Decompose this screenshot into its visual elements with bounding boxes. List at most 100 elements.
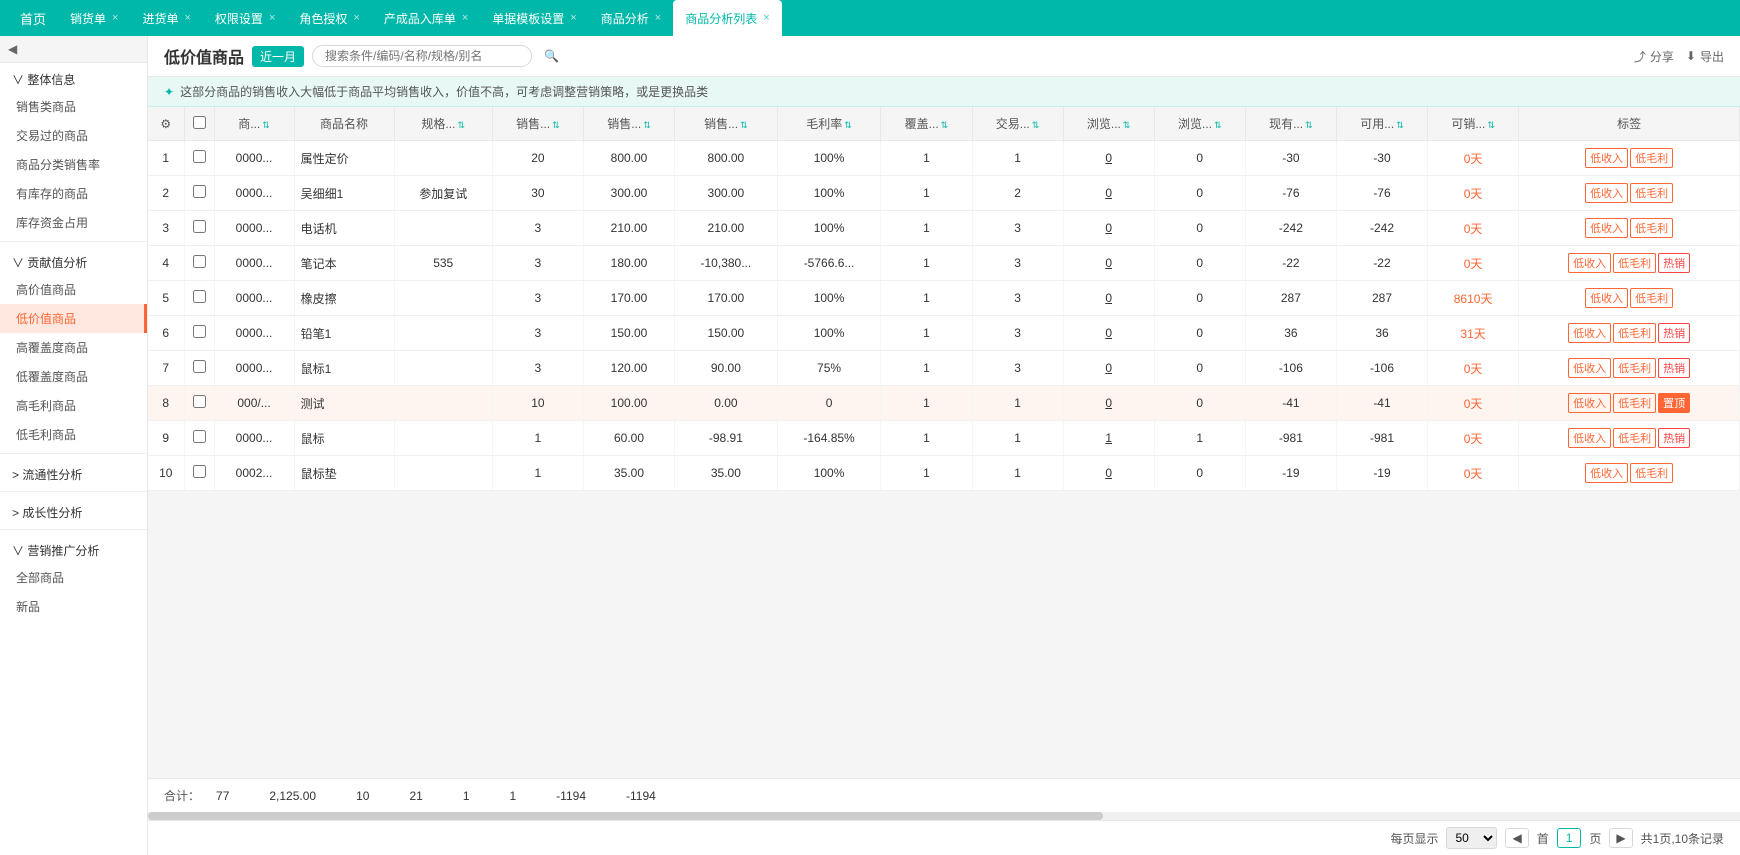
- row-browse-count1[interactable]: 0: [1063, 211, 1154, 246]
- row-browse-count1[interactable]: 0: [1063, 386, 1154, 421]
- sidebar-item-stocked-products[interactable]: 有库存的商品: [0, 179, 147, 208]
- nav-product-inbound[interactable]: 产成品入库单 ×: [372, 0, 480, 36]
- row-checkbox-cell[interactable]: [184, 421, 214, 456]
- sidebar-item-high-value[interactable]: 高价值商品: [0, 275, 147, 304]
- row-browse-count2: 0: [1154, 246, 1245, 281]
- sidebar-item-traded-products[interactable]: 交易过的商品: [0, 121, 147, 150]
- time-badge[interactable]: 近一月: [252, 46, 304, 67]
- row-checkbox[interactable]: [193, 290, 206, 303]
- close-template-tab[interactable]: ×: [570, 12, 576, 24]
- select-all-checkbox[interactable]: [193, 116, 206, 129]
- row-browse-count1[interactable]: 0: [1063, 141, 1154, 176]
- close-permissions-tab[interactable]: ×: [269, 12, 275, 24]
- nav-template-settings[interactable]: 单据模板设置 ×: [480, 0, 588, 36]
- nav-sales[interactable]: 销货单 ×: [58, 0, 130, 36]
- row-sale-days: 0天: [1428, 246, 1519, 281]
- col-checkbox[interactable]: [184, 107, 214, 141]
- close-sales-tab[interactable]: ×: [112, 12, 118, 24]
- export-button[interactable]: ⬇ 导出: [1686, 48, 1724, 65]
- row-name: 电话机: [294, 211, 394, 246]
- row-gross-rate: 100%: [777, 316, 881, 351]
- sidebar-item-low-coverage[interactable]: 低覆盖度商品: [0, 362, 147, 391]
- row-checkbox-cell[interactable]: [184, 351, 214, 386]
- close-roles-tab[interactable]: ×: [353, 12, 359, 24]
- row-browse-count1[interactable]: 0: [1063, 351, 1154, 386]
- row-checkbox-cell[interactable]: [184, 316, 214, 351]
- sidebar-group-growth[interactable]: > 成长性分析: [0, 496, 147, 525]
- sidebar-item-low-value[interactable]: 低价值商品: [0, 304, 147, 333]
- notice-text: 这部分商品的销售收入大幅低于商品平均销售收入，价值不高，可考虑调整营销策略，或是…: [180, 83, 708, 100]
- row-checkbox[interactable]: [193, 430, 206, 443]
- next-page-btn[interactable]: ▶: [1609, 828, 1632, 848]
- sidebar-item-low-margin[interactable]: 低毛利商品: [0, 420, 147, 449]
- row-checkbox[interactable]: [193, 325, 206, 338]
- row-browse-count1[interactable]: 0: [1063, 176, 1154, 211]
- row-checkbox[interactable]: [193, 395, 206, 408]
- row-checkbox[interactable]: [193, 255, 206, 268]
- row-checkbox[interactable]: [193, 220, 206, 233]
- nav-permissions[interactable]: 权限设置 ×: [203, 0, 287, 36]
- row-checkbox[interactable]: [193, 185, 206, 198]
- nav-product-analysis[interactable]: 商品分析 ×: [589, 0, 673, 36]
- row-checkbox-cell[interactable]: [184, 246, 214, 281]
- share-button[interactable]: ⤴ 分享: [1634, 48, 1674, 65]
- tag-低收入: 低收入: [1585, 148, 1628, 168]
- row-browse-count1[interactable]: 0: [1063, 316, 1154, 351]
- sidebar-group-flow[interactable]: > 流通性分析: [0, 458, 147, 487]
- row-gross-rate: 100%: [777, 141, 881, 176]
- table-scrollbar[interactable]: [148, 812, 1740, 820]
- close-analysis-tab[interactable]: ×: [655, 12, 661, 24]
- sidebar-item-stock-capital[interactable]: 库存资金占用: [0, 208, 147, 237]
- sidebar-item-new-products[interactable]: 新品: [0, 592, 147, 621]
- row-checkbox[interactable]: [193, 150, 206, 163]
- sidebar-item-sales-products[interactable]: 销售类商品: [0, 92, 147, 121]
- row-code: 0000...: [214, 176, 294, 211]
- nav-product-analysis-list[interactable]: 商品分析列表 ×: [673, 0, 781, 36]
- search-input[interactable]: [312, 45, 532, 67]
- row-sale-amt1: 180.00: [583, 246, 674, 281]
- table-wrapper[interactable]: ⚙ 商...⇅ 商品名称 规格...⇅ 销售...⇅ 销售...⇅ 销售...⇅…: [148, 107, 1740, 778]
- per-page-select[interactable]: 50 100: [1446, 827, 1497, 849]
- main-content: 低价值商品 近一月 🔍 ⤴ 分享 ⬇ 导出 ✦ 这部分商品的销售收入大幅低于商品…: [148, 36, 1740, 855]
- search-icon[interactable]: 🔍: [544, 49, 559, 63]
- row-index: 5: [148, 281, 184, 316]
- row-checkbox-cell[interactable]: [184, 281, 214, 316]
- tag-低收入: 低收入: [1568, 358, 1611, 378]
- row-trade-count: 3: [972, 316, 1063, 351]
- row-current-stock: 36: [1245, 316, 1336, 351]
- row-name: 测试: [294, 386, 394, 421]
- sidebar-item-high-coverage[interactable]: 高覆盖度商品: [0, 333, 147, 362]
- notice-bar: ✦ 这部分商品的销售收入大幅低于商品平均销售收入，价值不高，可考虑调整营销策略，…: [148, 77, 1740, 107]
- row-checkbox[interactable]: [193, 360, 206, 373]
- nav-purchase[interactable]: 进货单 ×: [130, 0, 202, 36]
- col-gear[interactable]: ⚙: [148, 107, 184, 141]
- row-checkbox-cell[interactable]: [184, 211, 214, 246]
- tag-低收入: 低收入: [1585, 183, 1628, 203]
- row-tags: 低收入低毛利: [1519, 281, 1740, 316]
- sidebar-item-category-sales-rate[interactable]: 商品分类销售率: [0, 150, 147, 179]
- nav-home[interactable]: 首页: [8, 0, 58, 36]
- row-checkbox[interactable]: [193, 465, 206, 478]
- row-name: 笔记本: [294, 246, 394, 281]
- gear-icon[interactable]: ⚙: [160, 117, 171, 131]
- close-purchase-tab[interactable]: ×: [184, 12, 190, 24]
- row-browse-count1[interactable]: 0: [1063, 456, 1154, 491]
- first-page-btn[interactable]: ◀: [1505, 828, 1528, 848]
- row-checkbox-cell[interactable]: [184, 176, 214, 211]
- row-browse-count1[interactable]: 1: [1063, 421, 1154, 456]
- close-analysis-list-tab[interactable]: ×: [763, 12, 769, 24]
- row-browse-count2: 0: [1154, 316, 1245, 351]
- close-product-inbound-tab[interactable]: ×: [462, 12, 468, 24]
- sidebar-item-all-products[interactable]: 全部商品: [0, 563, 147, 592]
- sidebar-item-high-margin[interactable]: 高毛利商品: [0, 391, 147, 420]
- row-checkbox-cell[interactable]: [184, 386, 214, 421]
- row-sale-amt1: 800.00: [583, 141, 674, 176]
- nav-roles[interactable]: 角色授权 ×: [287, 0, 371, 36]
- row-coverage: 1: [881, 211, 972, 246]
- row-browse-count1[interactable]: 0: [1063, 246, 1154, 281]
- row-browse-count1[interactable]: 0: [1063, 281, 1154, 316]
- sidebar-collapse-btn[interactable]: ◀: [8, 42, 17, 56]
- row-checkbox-cell[interactable]: [184, 141, 214, 176]
- tag-低收入: 低收入: [1568, 323, 1611, 343]
- row-checkbox-cell[interactable]: [184, 456, 214, 491]
